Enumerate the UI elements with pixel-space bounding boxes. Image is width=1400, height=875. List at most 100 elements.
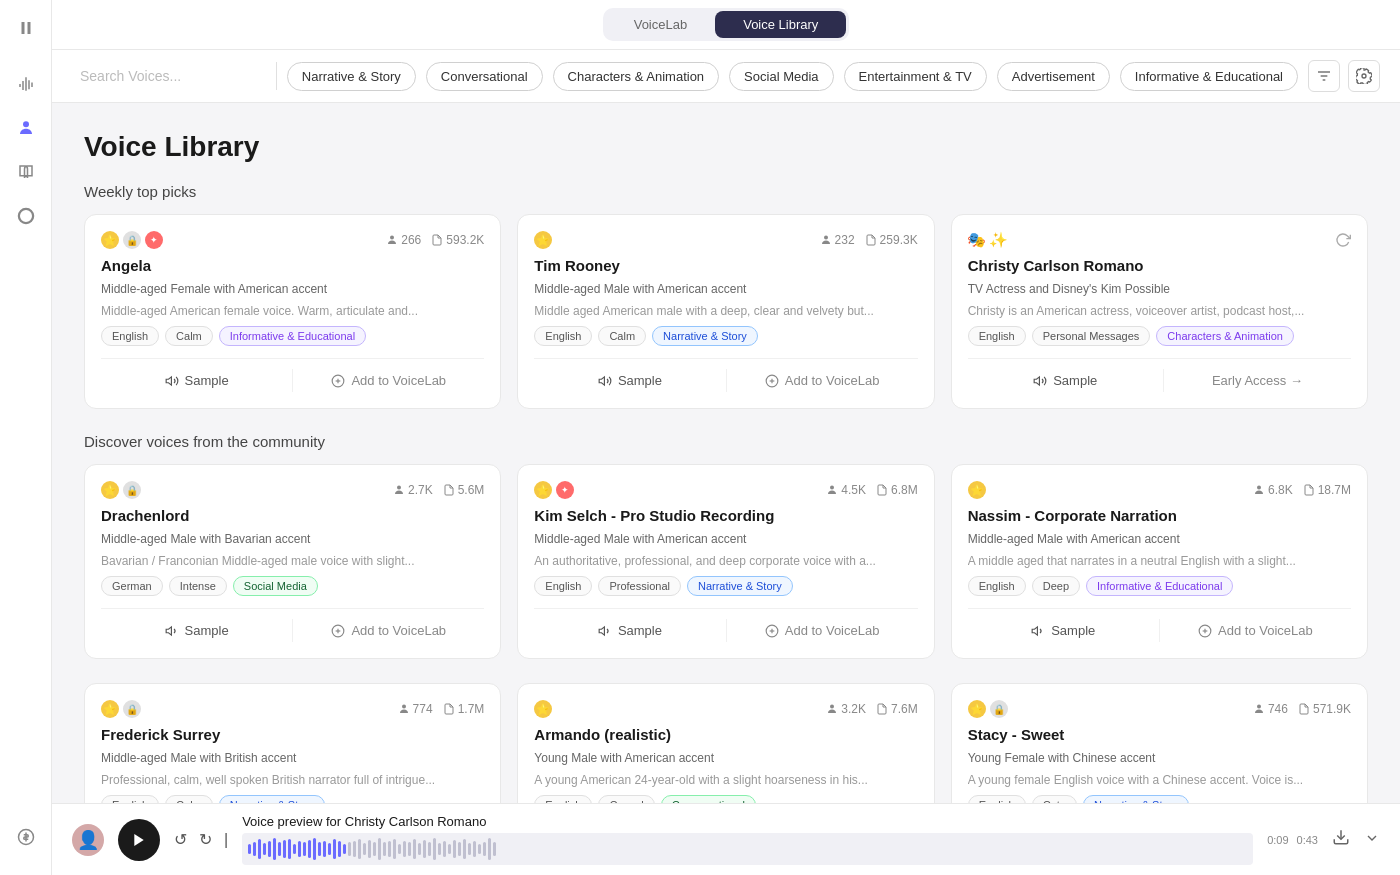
player-waveform[interactable] (242, 833, 1253, 865)
flag-icon-christy: 🎭 (968, 231, 986, 249)
sidebar-pause-icon[interactable] (8, 10, 44, 46)
player-download-icon[interactable] (1332, 828, 1350, 851)
card-drachenlord: ⭐ 🔒 2.7K 5.6M Drachenlord (84, 464, 501, 659)
card-icons-drachenlord: ⭐ 🔒 (101, 481, 141, 499)
card-tags-christy: English Personal Messages Characters & A… (968, 326, 1351, 346)
filter-settings-icon[interactable] (1348, 60, 1380, 92)
card-name-frederick: Frederick Surrey (101, 726, 484, 743)
card-actions-drachenlord: Sample Add to VoiceLab (101, 608, 484, 642)
filterbar: Narrative & Story Conversational Charact… (52, 50, 1400, 103)
sidebar-user-icon[interactable] (8, 110, 44, 146)
add-btn-kim-selch[interactable]: Add to VoiceLab (727, 619, 918, 642)
content-area: Voice Library Weekly top picks ⭐ 🔒 ✦ 266 (52, 103, 1400, 875)
sample-btn-tim[interactable]: Sample (534, 369, 725, 392)
card-top-nassim: ⭐ 6.8K 18.7M (968, 481, 1351, 499)
lock-icon-drachenlord: 🔒 (123, 481, 141, 499)
add-btn-drachenlord[interactable]: Add to VoiceLab (293, 619, 484, 642)
card-name-drachenlord: Drachenlord (101, 507, 484, 524)
svg-point-20 (397, 486, 401, 490)
gold-icon-kim-selch: ⭐ (534, 481, 552, 499)
card-tags-tim: English Calm Narrative & Story (534, 326, 917, 346)
red-icon-kim-selch: ✦ (556, 481, 574, 499)
sample-btn-christy[interactable]: Sample (968, 369, 1163, 392)
svg-marker-50 (134, 834, 143, 846)
card-desc-long-angela: Middle-aged American female voice. Warm,… (101, 304, 484, 318)
card-top-stacy: ⭐ 🔒 746 571.9K (968, 700, 1351, 718)
filter-tag-entertainment[interactable]: Entertainment & TV (844, 62, 987, 91)
section-weekly: Weekly top picks (84, 183, 1368, 200)
sidebar-waveform-icon[interactable] (8, 66, 44, 102)
card-desc-long-kim-selch: An authoritative, professional, and deep… (534, 554, 917, 568)
voicelab-tab[interactable]: VoiceLab (606, 11, 716, 38)
card-tags-angela: English Calm Informative & Educational (101, 326, 484, 346)
stat-users-frederick: 774 (398, 702, 433, 716)
card-icons-tim: ⭐ (534, 231, 552, 249)
early-access-btn-christy[interactable]: Early Access → (1164, 369, 1351, 392)
card-actions-nassim: Sample Add to VoiceLab (968, 608, 1351, 642)
filter-tag-social[interactable]: Social Media (729, 62, 833, 91)
lock-icon-frederick: 🔒 (123, 700, 141, 718)
player-forward-icon[interactable]: ↻ (199, 830, 212, 849)
svg-rect-1 (27, 22, 30, 34)
svg-marker-21 (166, 626, 171, 634)
card-desc-short-nassim: Middle-aged Male with American accent (968, 532, 1351, 546)
stat-users-drachenlord: 2.7K (393, 483, 433, 497)
waveform-bars (242, 833, 1253, 865)
svg-marker-31 (1032, 626, 1037, 634)
tag-english-christy: English (968, 326, 1026, 346)
tag-english-nassim: English (968, 576, 1026, 596)
svg-point-35 (402, 705, 406, 709)
player-track: Voice preview for Christy Carlson Romano (242, 814, 1253, 865)
card-tags-nassim: English Deep Informative & Educational (968, 576, 1351, 596)
filter-tag-educational[interactable]: Informative & Educational (1120, 62, 1298, 91)
player-rewind-icon[interactable]: ↺ (174, 830, 187, 849)
filter-tag-conversational[interactable]: Conversational (426, 62, 543, 91)
sample-btn-nassim[interactable]: Sample (968, 619, 1159, 642)
gold-icon-armando: ⭐ (534, 700, 552, 718)
card-name-christy: Christy Carlson Romano (968, 257, 1351, 274)
search-input[interactable] (72, 64, 266, 88)
svg-marker-26 (599, 626, 604, 634)
filter-tag-characters[interactable]: Characters & Animation (553, 62, 720, 91)
player-play-button[interactable] (118, 819, 160, 861)
sample-btn-angela[interactable]: Sample (101, 369, 292, 392)
card-name-angela: Angela (101, 257, 484, 274)
main-content: VoiceLab Voice Library Narrative & Story… (52, 0, 1400, 875)
card-stats-drachenlord: 2.7K 5.6M (393, 483, 484, 497)
weekly-picks-grid: ⭐ 🔒 ✦ 266 593.2K (84, 214, 1368, 409)
sidebar-dollar-icon[interactable] (8, 819, 44, 855)
mode-toggle: VoiceLab Voice Library (603, 8, 850, 41)
player-expand-icon[interactable] (1364, 830, 1380, 849)
svg-point-3 (19, 209, 33, 223)
add-btn-angela[interactable]: Add to VoiceLab (293, 369, 484, 392)
add-btn-nassim[interactable]: Add to VoiceLab (1160, 619, 1351, 642)
library-tab[interactable]: Voice Library (715, 11, 846, 38)
sample-btn-kim-selch[interactable]: Sample (534, 619, 725, 642)
filter-sort-icon[interactable] (1308, 60, 1340, 92)
stat-users-tim: 232 (820, 233, 855, 247)
svg-marker-15 (599, 376, 604, 384)
sidebar-book-icon[interactable] (8, 154, 44, 190)
topbar: VoiceLab Voice Library (52, 0, 1400, 50)
red-icon-angela: ✦ (145, 231, 163, 249)
sidebar-star-icon[interactable] (8, 198, 44, 234)
filter-tag-narrative[interactable]: Narrative & Story (287, 62, 416, 91)
card-top-tim: ⭐ 232 259.3K (534, 231, 917, 249)
stat-files-stacy: 571.9K (1298, 702, 1351, 716)
sidebar (0, 0, 52, 875)
filter-tag-advertisement[interactable]: Advertisement (997, 62, 1110, 91)
card-stats-stacy: 746 571.9K (1253, 702, 1351, 716)
card-desc-short-frederick: Middle-aged Male with British accent (101, 751, 484, 765)
player-controls: ↺ ↻ | (174, 830, 228, 849)
sample-btn-drachenlord[interactable]: Sample (101, 619, 292, 642)
tag-educational-angela: Informative & Educational (219, 326, 366, 346)
card-top-angela: ⭐ 🔒 ✦ 266 593.2K (101, 231, 484, 249)
stat-users-stacy: 746 (1253, 702, 1288, 716)
add-btn-tim[interactable]: Add to VoiceLab (727, 369, 918, 392)
card-top-drachenlord: ⭐ 🔒 2.7K 5.6M (101, 481, 484, 499)
card-desc-short-armando: Young Male with American accent (534, 751, 917, 765)
card-name-nassim: Nassim - Corporate Narration (968, 507, 1351, 524)
svg-point-2 (23, 121, 29, 127)
gold-icon-nassim: ⭐ (968, 481, 986, 499)
stat-users-armando: 3.2K (826, 702, 866, 716)
